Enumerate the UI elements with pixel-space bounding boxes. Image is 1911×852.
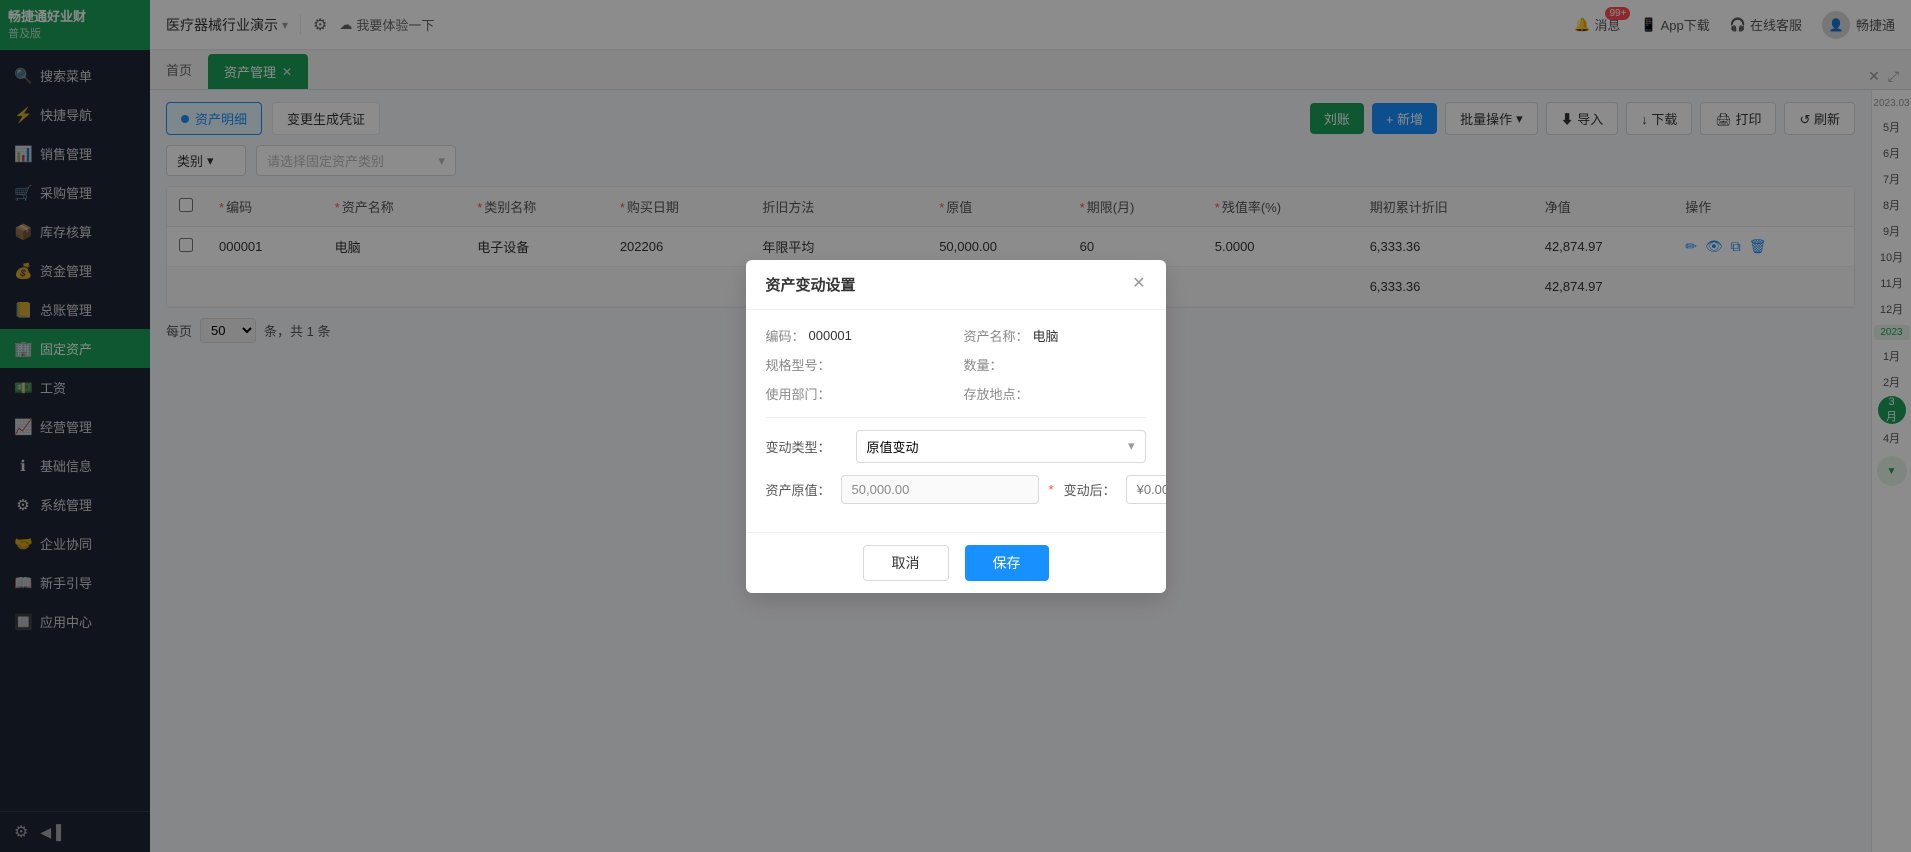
asset-change-modal: 资产变动设置 ✕ 编码： 000001 资产名称： 电脑 规格型号： 数 (746, 260, 1166, 593)
modal-change-type-select[interactable]: 原值变动 ▾ (856, 430, 1146, 463)
modal-title: 资产变动设置 (766, 274, 856, 295)
modal-change-type-value: 原值变动 (867, 437, 919, 456)
modal-info-grid: 编码： 000001 资产名称： 电脑 规格型号： 数量： 使用部门： (766, 326, 1146, 403)
modal-divider (766, 417, 1146, 418)
modal-change-type-label: 变动类型： (766, 437, 846, 456)
modal-quantity-label: 数量： (964, 355, 1003, 374)
modal-location-field: 存放地点： (964, 384, 1146, 403)
modal-code-label: 编码： (766, 326, 805, 345)
modal-department-field: 使用部门： (766, 384, 948, 403)
modal-change-type-row: 变动类型： 原值变动 ▾ (766, 430, 1146, 463)
modal-asset-name-label: 资产名称： (964, 326, 1029, 345)
modal-body: 编码： 000001 资产名称： 电脑 规格型号： 数量： 使用部门： (746, 310, 1166, 532)
modal-code-field: 编码： 000001 (766, 326, 948, 345)
modal-footer: 取消 保存 (746, 532, 1166, 593)
save-button[interactable]: 保存 (965, 545, 1049, 581)
modal-asset-name-field: 资产名称： 电脑 (964, 326, 1146, 345)
modal-spec-label: 规格型号： (766, 355, 831, 374)
modal-required-star: * (1049, 482, 1054, 497)
modal-value-row: 资产原值： * 变动后： (766, 475, 1146, 504)
modal-header: 资产变动设置 ✕ (746, 260, 1166, 310)
modal-spec-field: 规格型号： (766, 355, 948, 374)
modal-original-value-input (841, 475, 1039, 504)
modal-after-change-label: 变动后： (1064, 480, 1116, 499)
modal-close-icon[interactable]: ✕ (1132, 276, 1145, 292)
cancel-button[interactable]: 取消 (863, 545, 949, 581)
modal-after-change-input[interactable] (1126, 475, 1166, 504)
modal-overlay: 资产变动设置 ✕ 编码： 000001 资产名称： 电脑 规格型号： 数 (0, 0, 1911, 852)
modal-code-value: 000001 (809, 328, 852, 343)
modal-location-label: 存放地点： (964, 384, 1029, 403)
modal-original-value-label: 资产原值： (766, 480, 831, 499)
modal-asset-name-value: 电脑 (1033, 326, 1059, 345)
modal-department-label: 使用部门： (766, 384, 831, 403)
modal-quantity-field: 数量： (964, 355, 1146, 374)
change-type-chevron-icon: ▾ (1128, 438, 1135, 454)
